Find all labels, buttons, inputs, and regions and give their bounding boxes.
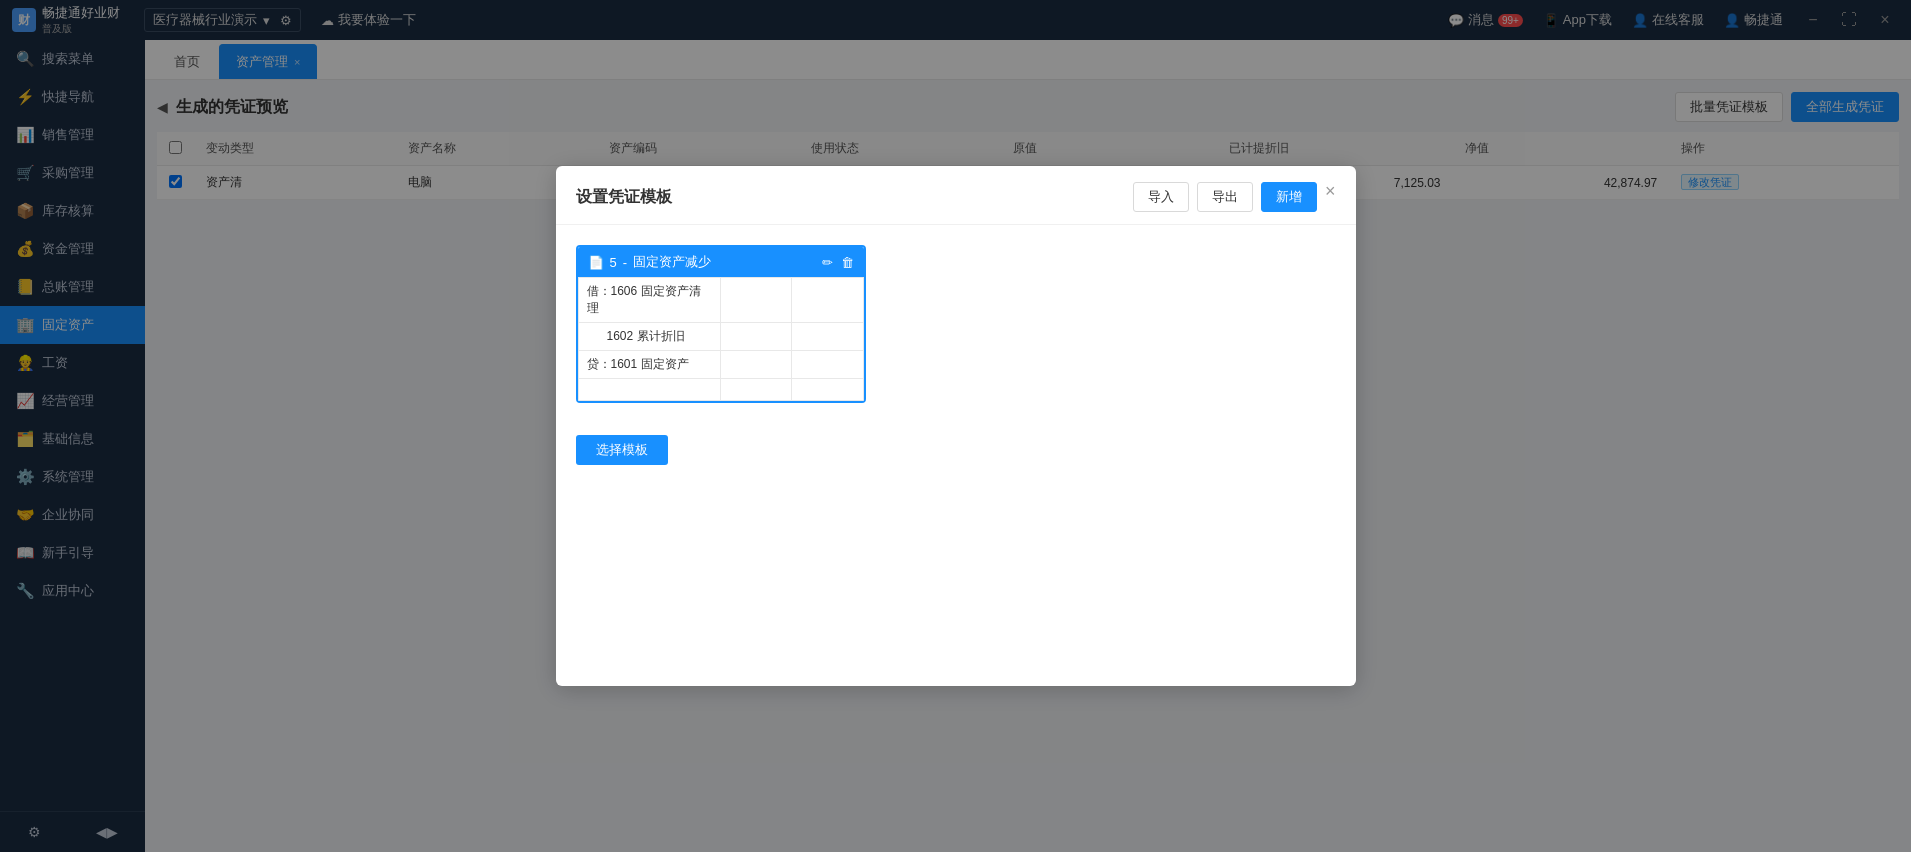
template-table: 借：1606 固定资产清理 1602 累计折旧 (578, 277, 864, 401)
entry-credit-0 (792, 278, 863, 323)
modal-body: 📄 5 - 固定资产减少 ✏ 🗑 (556, 225, 1356, 485)
modal-dialog: 设置凭证模板 导入 导出 新增 × (556, 166, 1356, 686)
entry-side-0: 借：1606 固定资产清理 (578, 278, 721, 323)
template-row-1: 1602 累计折旧 (578, 323, 863, 351)
template-doc-icon: 📄 (588, 255, 604, 270)
template-card-body: 借：1606 固定资产清理 1602 累计折旧 (578, 277, 864, 401)
export-btn[interactable]: 导出 (1197, 182, 1253, 212)
select-template-btn[interactable]: 选择模板 (576, 435, 668, 465)
template-empty-row (578, 379, 863, 401)
template-edit-icon[interactable]: ✏ (822, 255, 833, 270)
template-row-0: 借：1606 固定资产清理 (578, 278, 863, 323)
content-area: 首页 资产管理 × ◀ 生成的凭证预览 批量凭证模板 全部生成凭 (145, 40, 1911, 852)
modal-overlay: 设置凭证模板 导入 导出 新增 × (145, 80, 1911, 852)
modal-actions: 导入 导出 新增 × (1133, 182, 1336, 212)
template-card-title-area: 📄 5 - 固定资产减少 (588, 253, 712, 271)
entry-debit-2 (721, 351, 792, 379)
template-separator: - (623, 255, 627, 270)
select-template-area: 选择模板 (576, 419, 1336, 465)
app-container: 财 畅捷通好业财 普及版 医疗器械行业演示 ▾ ⚙ ☁ 我要体验一下 💬 消息 … (0, 0, 1911, 852)
entry-debit-1 (721, 323, 792, 351)
template-card: 📄 5 - 固定资产减少 ✏ 🗑 (576, 245, 866, 403)
new-btn[interactable]: 新增 (1261, 182, 1317, 212)
entry-side-1: 1602 累计折旧 (578, 323, 721, 351)
template-delete-icon[interactable]: 🗑 (841, 255, 854, 270)
main-area: 🔍 搜索菜单 ⚡ 快捷导航 📊 销售管理 🛒 采购管理 📦 库存核算 (0, 40, 1911, 852)
main-content: ◀ 生成的凭证预览 批量凭证模板 全部生成凭证 变动类型 (145, 80, 1911, 852)
entry-side-2: 贷：1601 固定资产 (578, 351, 721, 379)
entry-credit-2 (792, 351, 863, 379)
entry-credit-1 (792, 323, 863, 351)
template-name: 固定资产减少 (633, 253, 711, 271)
template-id: 5 (610, 255, 617, 270)
entry-debit-0 (721, 278, 792, 323)
modal-header: 设置凭证模板 导入 导出 新增 × (556, 166, 1356, 225)
template-card-header: 📄 5 - 固定资产减少 ✏ 🗑 (578, 247, 864, 277)
import-btn[interactable]: 导入 (1133, 182, 1189, 212)
modal-title: 设置凭证模板 (576, 187, 672, 208)
template-row-2: 贷：1601 固定资产 (578, 351, 863, 379)
modal-close-btn[interactable]: × (1325, 182, 1336, 212)
template-header-actions: ✏ 🗑 (822, 255, 854, 270)
